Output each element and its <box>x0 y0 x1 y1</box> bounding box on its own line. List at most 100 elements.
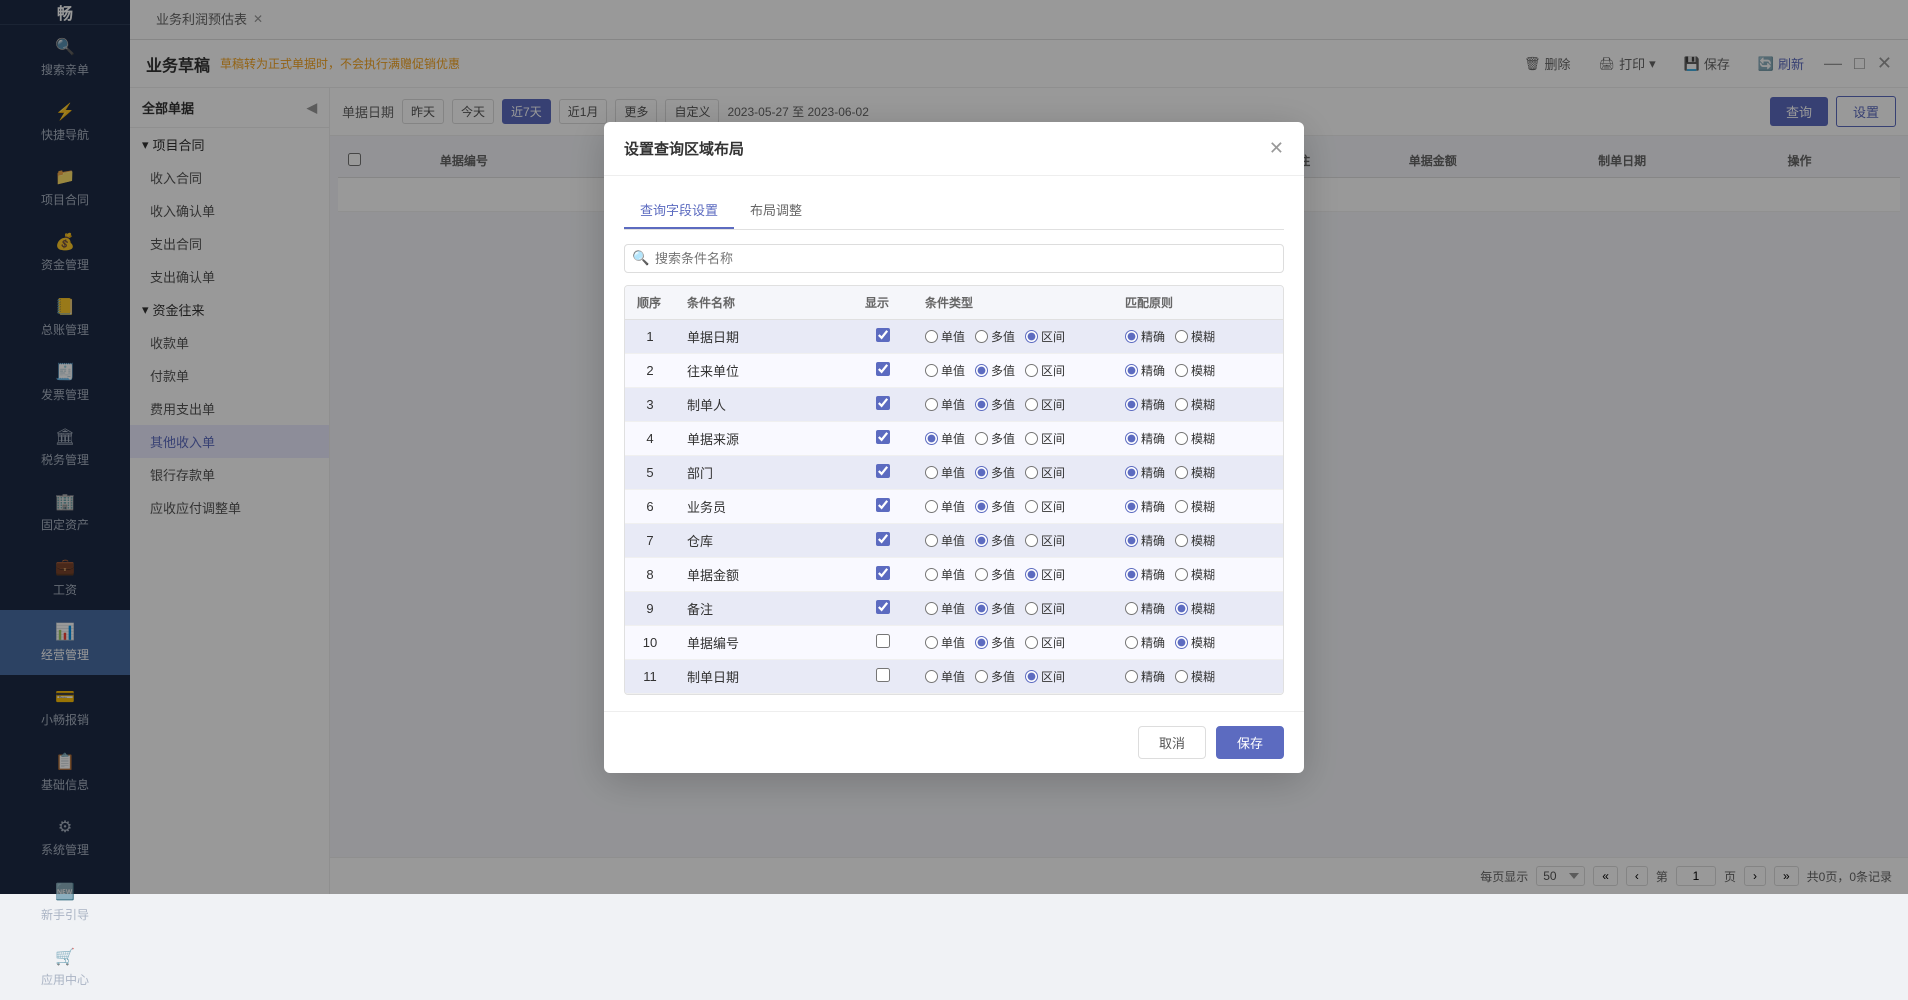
show-checkbox-2[interactable] <box>876 362 890 376</box>
radio-exact-2[interactable] <box>1125 364 1138 377</box>
match-fuzzy-8[interactable]: 模糊 <box>1175 566 1215 583</box>
radio-multi-6[interactable] <box>975 500 988 513</box>
radio-single-11[interactable] <box>925 670 938 683</box>
radio-fuzzy-3[interactable] <box>1175 398 1188 411</box>
type-range-1[interactable]: 区间 <box>1025 328 1065 345</box>
match-fuzzy-1[interactable]: 模糊 <box>1175 328 1215 345</box>
match-exact-4[interactable]: 精确 <box>1125 430 1165 447</box>
radio-range-11[interactable] <box>1025 670 1038 683</box>
radio-multi-3[interactable] <box>975 398 988 411</box>
type-multi-8[interactable]: 多值 <box>975 566 1015 583</box>
radio-range-3[interactable] <box>1025 398 1038 411</box>
match-fuzzy-2[interactable]: 模糊 <box>1175 362 1215 379</box>
radio-single-9[interactable] <box>925 602 938 615</box>
type-single-7[interactable]: 单值 <box>925 532 965 549</box>
show-checkbox-10[interactable] <box>876 634 890 648</box>
type-single-3[interactable]: 单值 <box>925 396 965 413</box>
type-range-2[interactable]: 区间 <box>1025 362 1065 379</box>
radio-multi-5[interactable] <box>975 466 988 479</box>
type-multi-6[interactable]: 多值 <box>975 498 1015 515</box>
radio-range-9[interactable] <box>1025 602 1038 615</box>
radio-multi-8[interactable] <box>975 568 988 581</box>
match-fuzzy-6[interactable]: 模糊 <box>1175 498 1215 515</box>
match-exact-11[interactable]: 精确 <box>1125 668 1165 685</box>
type-single-11[interactable]: 单值 <box>925 668 965 685</box>
type-range-11[interactable]: 区间 <box>1025 668 1065 685</box>
radio-exact-10[interactable] <box>1125 636 1138 649</box>
type-multi-1[interactable]: 多值 <box>975 328 1015 345</box>
radio-single-1[interactable] <box>925 330 938 343</box>
radio-fuzzy-2[interactable] <box>1175 364 1188 377</box>
match-exact-2[interactable]: 精确 <box>1125 362 1165 379</box>
radio-exact-1[interactable] <box>1125 330 1138 343</box>
cancel-button[interactable]: 取消 <box>1138 726 1206 759</box>
radio-fuzzy-6[interactable] <box>1175 500 1188 513</box>
radio-single-10[interactable] <box>925 636 938 649</box>
radio-range-5[interactable] <box>1025 466 1038 479</box>
match-exact-9[interactable]: 精确 <box>1125 600 1165 617</box>
radio-single-7[interactable] <box>925 534 938 547</box>
radio-exact-4[interactable] <box>1125 432 1138 445</box>
type-multi-4[interactable]: 多值 <box>975 430 1015 447</box>
radio-multi-9[interactable] <box>975 602 988 615</box>
type-multi-11[interactable]: 多值 <box>975 668 1015 685</box>
type-multi-7[interactable]: 多值 <box>975 532 1015 549</box>
radio-fuzzy-5[interactable] <box>1175 466 1188 479</box>
radio-fuzzy-7[interactable] <box>1175 534 1188 547</box>
radio-range-10[interactable] <box>1025 636 1038 649</box>
show-checkbox-8[interactable] <box>876 566 890 580</box>
type-range-9[interactable]: 区间 <box>1025 600 1065 617</box>
show-checkbox-3[interactable] <box>876 396 890 410</box>
type-single-5[interactable]: 单值 <box>925 464 965 481</box>
type-range-5[interactable]: 区间 <box>1025 464 1065 481</box>
sidebar-item-appstore[interactable]: 🛒应用中心 <box>0 935 130 1000</box>
radio-single-4[interactable] <box>925 432 938 445</box>
radio-fuzzy-11[interactable] <box>1175 670 1188 683</box>
radio-range-4[interactable] <box>1025 432 1038 445</box>
radio-range-7[interactable] <box>1025 534 1038 547</box>
type-range-6[interactable]: 区间 <box>1025 498 1065 515</box>
tab-layout[interactable]: 布局调整 <box>734 192 818 229</box>
type-range-10[interactable]: 区间 <box>1025 634 1065 651</box>
type-single-10[interactable]: 单值 <box>925 634 965 651</box>
show-checkbox-4[interactable] <box>876 430 890 444</box>
radio-single-5[interactable] <box>925 466 938 479</box>
radio-exact-5[interactable] <box>1125 466 1138 479</box>
match-exact-1[interactable]: 精确 <box>1125 328 1165 345</box>
radio-fuzzy-8[interactable] <box>1175 568 1188 581</box>
type-single-4[interactable]: 单值 <box>925 430 965 447</box>
type-single-1[interactable]: 单值 <box>925 328 965 345</box>
radio-exact-7[interactable] <box>1125 534 1138 547</box>
show-checkbox-6[interactable] <box>876 498 890 512</box>
radio-exact-3[interactable] <box>1125 398 1138 411</box>
show-checkbox-11[interactable] <box>876 668 890 682</box>
radio-fuzzy-1[interactable] <box>1175 330 1188 343</box>
show-checkbox-5[interactable] <box>876 464 890 478</box>
radio-exact-6[interactable] <box>1125 500 1138 513</box>
type-range-3[interactable]: 区间 <box>1025 396 1065 413</box>
type-multi-10[interactable]: 多值 <box>975 634 1015 651</box>
save-dialog-button[interactable]: 保存 <box>1216 726 1284 759</box>
match-exact-6[interactable]: 精确 <box>1125 498 1165 515</box>
radio-fuzzy-4[interactable] <box>1175 432 1188 445</box>
radio-exact-11[interactable] <box>1125 670 1138 683</box>
type-single-9[interactable]: 单值 <box>925 600 965 617</box>
match-exact-10[interactable]: 精确 <box>1125 634 1165 651</box>
match-fuzzy-3[interactable]: 模糊 <box>1175 396 1215 413</box>
dialog-close-button[interactable]: ✕ <box>1269 138 1284 159</box>
radio-multi-2[interactable] <box>975 364 988 377</box>
match-fuzzy-10[interactable]: 模糊 <box>1175 634 1215 651</box>
radio-range-1[interactable] <box>1025 330 1038 343</box>
type-range-8[interactable]: 区间 <box>1025 566 1065 583</box>
type-single-6[interactable]: 单值 <box>925 498 965 515</box>
radio-exact-9[interactable] <box>1125 602 1138 615</box>
radio-multi-10[interactable] <box>975 636 988 649</box>
radio-range-8[interactable] <box>1025 568 1038 581</box>
match-fuzzy-11[interactable]: 模糊 <box>1175 668 1215 685</box>
radio-fuzzy-10[interactable] <box>1175 636 1188 649</box>
type-single-2[interactable]: 单值 <box>925 362 965 379</box>
radio-single-3[interactable] <box>925 398 938 411</box>
show-checkbox-1[interactable] <box>876 328 890 342</box>
type-single-8[interactable]: 单值 <box>925 566 965 583</box>
match-fuzzy-9[interactable]: 模糊 <box>1175 600 1215 617</box>
